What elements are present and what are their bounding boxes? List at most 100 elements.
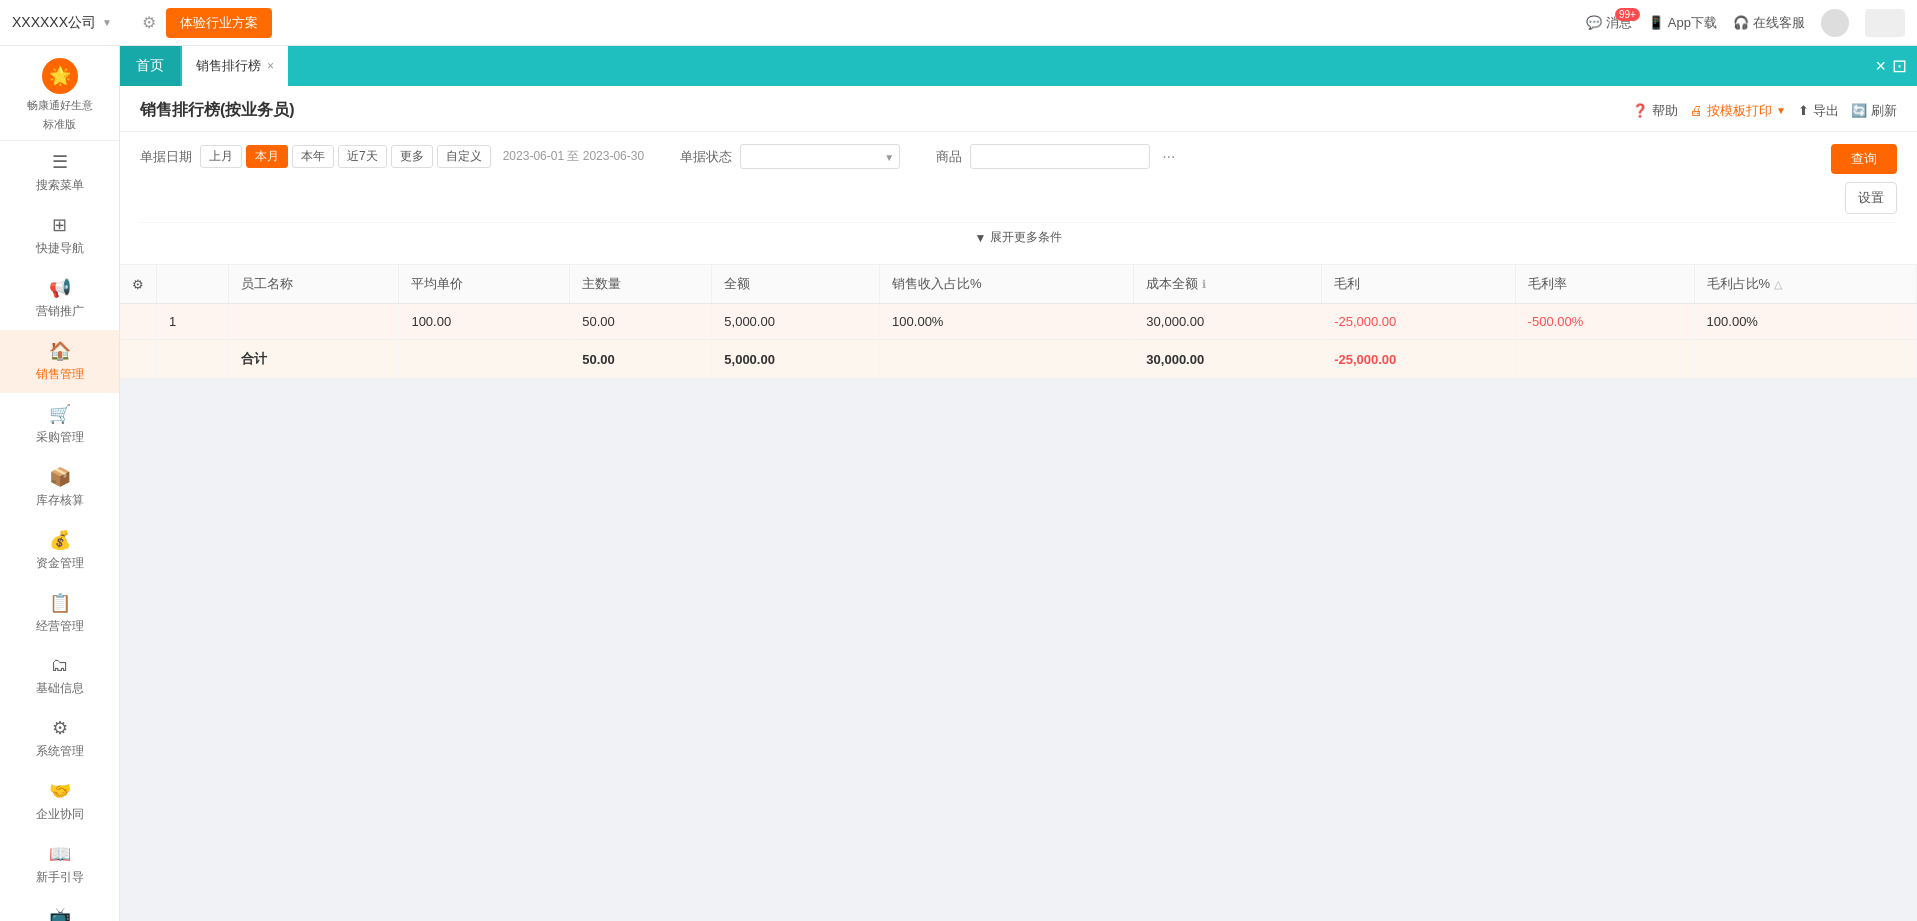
- refresh-icon: 🔄: [1851, 103, 1867, 118]
- sidebar-label-basic: 基础信息: [36, 680, 84, 697]
- tab-sales-label: 销售排行榜: [196, 57, 261, 75]
- sidebar-item-inventory[interactable]: 📦 库存核算: [0, 456, 119, 519]
- status-filter: 单据状态 ▼: [680, 144, 900, 169]
- logo-line1: 畅康通好生意: [27, 98, 93, 113]
- date-btn-last-month[interactable]: 上月: [200, 145, 242, 168]
- profit-pct-info-icon: △: [1774, 278, 1782, 290]
- goods-input[interactable]: [970, 144, 1150, 169]
- sidebar-label-purchase: 采购管理: [36, 429, 84, 446]
- goods-more-btn[interactable]: ···: [1162, 148, 1175, 166]
- sidebar-item-enterprise[interactable]: 🤝 企业协同: [0, 770, 119, 833]
- tab-home-label: 首页: [136, 57, 164, 75]
- enterprise-icon: 🤝: [49, 780, 71, 802]
- avatar[interactable]: [1821, 9, 1849, 37]
- goods-label: 商品: [936, 148, 962, 166]
- user-name: [1865, 9, 1905, 37]
- print-arrow-icon: ▼: [1776, 105, 1786, 116]
- sidebar-item-shortcut[interactable]: ⊞ 快捷导航: [0, 204, 119, 267]
- export-btn[interactable]: ⬆ 导出: [1798, 102, 1839, 120]
- col-employee: 员工名称: [228, 265, 399, 304]
- logo-line2: 标准版: [43, 117, 76, 132]
- sidebar-item-search[interactable]: ☰ 搜索菜单: [0, 141, 119, 204]
- sidebar-item-sales[interactable]: 🏠 销售管理: [0, 330, 119, 393]
- footer-sales-pct: [880, 340, 1134, 379]
- print-btn[interactable]: 🖨 按模板打印 ▼: [1690, 102, 1786, 120]
- date-btn-this-year[interactable]: 本年: [292, 145, 334, 168]
- expand-conditions-btn[interactable]: ▼ 展开更多条件: [975, 229, 1063, 246]
- sidebar-label-finance: 资金管理: [36, 555, 84, 572]
- basic-icon: 🗂: [51, 655, 69, 676]
- service-icon: 🎧: [1733, 15, 1749, 30]
- sidebar-label-shortcut: 快捷导航: [36, 240, 84, 257]
- col-total: 全额: [712, 265, 880, 304]
- company-selector[interactable]: XXXXXX公司 ▼: [12, 14, 132, 32]
- tab-close-icon[interactable]: ×: [267, 59, 274, 73]
- cell-settings: [120, 304, 157, 340]
- date-filter: 单据日期 上月 本月 本年 近7天 更多 自定义: [140, 145, 644, 168]
- marketing-icon: 📢: [49, 277, 71, 299]
- goods-filter: 商品 ···: [936, 144, 1175, 169]
- settings-button[interactable]: 设置: [1845, 182, 1897, 214]
- date-btn-more[interactable]: 更多: [391, 145, 433, 168]
- sidebar-label-guide: 新手引导: [36, 869, 84, 886]
- service-label: 在线客服: [1753, 14, 1805, 32]
- tab-home[interactable]: 首页: [120, 46, 180, 86]
- status-select[interactable]: [740, 144, 900, 169]
- col-profit-rate: 毛利率: [1515, 265, 1694, 304]
- sidebar-item-operation[interactable]: 📋 经营管理: [0, 582, 119, 645]
- expand-label: 展开更多条件: [990, 229, 1062, 246]
- trial-button[interactable]: 体验行业方案: [166, 8, 272, 38]
- cell-sales-pct: 100.00%: [880, 304, 1134, 340]
- inventory-icon: 📦: [49, 466, 71, 488]
- app-label: App下载: [1668, 14, 1717, 32]
- logo-icon: 🌟: [42, 58, 78, 94]
- settings-icon[interactable]: ⚙: [142, 13, 156, 32]
- tab-sales-ranking[interactable]: 销售排行榜 ×: [182, 46, 288, 86]
- cell-quantity: 50.00: [570, 304, 712, 340]
- message-btn[interactable]: 💬 消息 99+: [1586, 14, 1632, 32]
- company-name: XXXXXX公司: [12, 14, 96, 32]
- guide-icon: 📖: [49, 843, 71, 865]
- sidebar-item-finance[interactable]: 💰 资金管理: [0, 519, 119, 582]
- help-btn[interactable]: ❓ 帮助: [1632, 102, 1678, 120]
- expand-icon: ▼: [975, 231, 987, 245]
- chevron-down-icon: ▼: [102, 17, 112, 28]
- print-label: 按模板打印: [1707, 102, 1772, 120]
- sidebar-label-sales: 销售管理: [36, 366, 84, 383]
- col-quantity: 主数量: [570, 265, 712, 304]
- online-service-btn[interactable]: 🎧 在线客服: [1733, 14, 1805, 32]
- sidebar-logo: 🌟 畅康通好生意 标准版: [0, 46, 119, 141]
- app-icon: 📱: [1648, 15, 1664, 30]
- col-sales-pct: 销售收入占比%: [880, 265, 1134, 304]
- sidebar-item-system[interactable]: ⚙ 系统管理: [0, 707, 119, 770]
- search-menu-icon: ☰: [52, 151, 68, 173]
- footer-profit: -25,000.00: [1322, 340, 1515, 379]
- cell-profit: -25,000.00: [1322, 304, 1515, 340]
- query-button[interactable]: 查询: [1831, 144, 1897, 174]
- sidebar-item-purchase[interactable]: 🛒 采购管理: [0, 393, 119, 456]
- date-btn-this-month[interactable]: 本月: [246, 145, 288, 168]
- col-settings[interactable]: ⚙: [120, 265, 157, 304]
- app-download-btn[interactable]: 📱 App下载: [1648, 14, 1717, 32]
- cell-profit-pct: 100.00%: [1694, 304, 1916, 340]
- sidebar-item-guide[interactable]: 📖 新手引导: [0, 833, 119, 896]
- sidebar-item-marketing[interactable]: 📢 营销推广: [0, 267, 119, 330]
- footer-cost: 30,000.00: [1134, 340, 1322, 379]
- tab-minimize-icon[interactable]: ×: [1875, 56, 1886, 77]
- footer-total: 5,000.00: [712, 340, 880, 379]
- tab-expand-icon[interactable]: ⊡: [1892, 55, 1907, 77]
- appstore-icon: 📺: [49, 906, 71, 921]
- refresh-btn[interactable]: 🔄 刷新: [1851, 102, 1897, 120]
- operation-icon: 📋: [49, 592, 71, 614]
- date-range-display: 2023-06-01 至 2023-06-30: [503, 148, 644, 165]
- print-icon: 🖨: [1690, 103, 1703, 118]
- footer-settings: [120, 340, 157, 379]
- sidebar-item-basic[interactable]: 🗂 基础信息: [0, 645, 119, 707]
- date-btn-7days[interactable]: 近7天: [338, 145, 387, 168]
- help-icon: ❓: [1632, 103, 1648, 118]
- sidebar-label-search: 搜索菜单: [36, 177, 84, 194]
- date-btn-custom[interactable]: 自定义: [437, 145, 491, 168]
- sales-icon: 🏠: [49, 340, 71, 362]
- message-icon: 💬: [1586, 15, 1602, 30]
- sidebar-item-appstore[interactable]: 📺 应用中心: [0, 896, 119, 921]
